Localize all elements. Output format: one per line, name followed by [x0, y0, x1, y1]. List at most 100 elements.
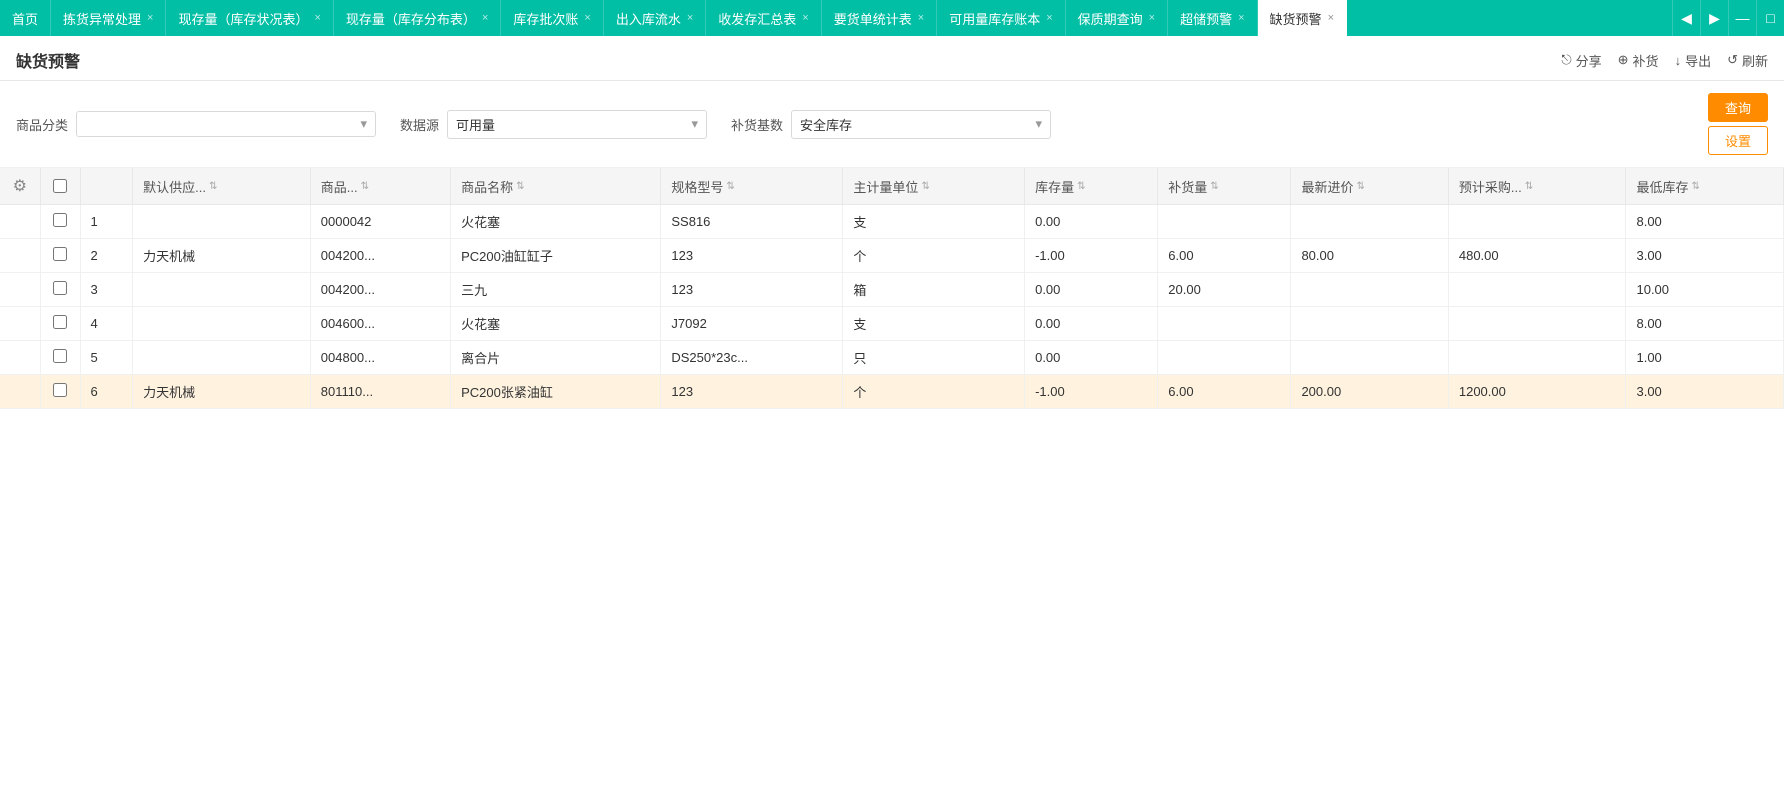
tab-batch-account-label: 库存批次账: [513, 9, 578, 28]
td-settings: [0, 205, 40, 239]
tab-overstock-close[interactable]: ×: [1238, 12, 1244, 24]
th-product-name[interactable]: 商品名称 ⇅: [451, 168, 661, 205]
row-checkbox[interactable]: [53, 349, 67, 363]
sort-name-icon: ⇅: [516, 181, 524, 192]
th-default-supplier[interactable]: 默认供应... ⇅: [133, 168, 311, 205]
tab-next-button[interactable]: ▶: [1700, 0, 1728, 36]
td-stock: 0.00: [1025, 205, 1158, 239]
th-latest-price[interactable]: 最新进价 ⇅: [1291, 168, 1448, 205]
td-estimated-purchase: [1448, 307, 1626, 341]
tab-maximize-button[interactable]: □: [1756, 0, 1784, 36]
tab-shortage[interactable]: 缺货预警 ×: [1258, 0, 1347, 36]
export-icon: ↓: [1675, 53, 1682, 68]
export-button[interactable]: ↓ 导出: [1675, 51, 1712, 70]
td-product-code: 004200...: [310, 273, 450, 307]
td-checkbox[interactable]: [40, 375, 80, 409]
th-settings[interactable]: ⚙: [0, 168, 40, 205]
td-product-name: 火花塞: [451, 205, 661, 239]
tab-inout-flow-close[interactable]: ×: [687, 12, 693, 24]
td-replenish-qty: 20.00: [1158, 273, 1291, 307]
tab-expiry-query-close[interactable]: ×: [1149, 12, 1155, 24]
row-checkbox[interactable]: [53, 315, 67, 329]
table-row: 10000042火花塞SS816支0.008.00: [0, 205, 1784, 239]
tab-inout-flow[interactable]: 出入库流水 ×: [604, 0, 706, 36]
tab-batch-account-close[interactable]: ×: [584, 12, 590, 24]
tab-inventory-dist[interactable]: 现存量（库存分布表） ×: [334, 0, 501, 36]
tab-shortage-label: 缺货预警: [1270, 9, 1322, 28]
tab-abnormal-close[interactable]: ×: [147, 12, 153, 24]
row-checkbox[interactable]: [53, 247, 67, 261]
th-spec[interactable]: 规格型号 ⇅: [661, 168, 843, 205]
table-row: 5004800...离合片DS250*23c...只0.001.00: [0, 341, 1784, 375]
td-row-num: 1: [80, 205, 133, 239]
tab-batch-account[interactable]: 库存批次账 ×: [501, 0, 603, 36]
tab-minimize-button[interactable]: —: [1728, 0, 1756, 36]
sort-code-icon: ⇅: [361, 181, 369, 192]
td-spec: 123: [661, 239, 843, 273]
td-checkbox[interactable]: [40, 239, 80, 273]
tab-available-ledger-label: 可用量库存账本: [949, 9, 1040, 28]
settings-button[interactable]: 设置: [1708, 126, 1768, 155]
tab-receive-summary[interactable]: 收发存汇总表 ×: [706, 0, 821, 36]
th-estimated-purchase[interactable]: 预计采购... ⇅: [1448, 168, 1626, 205]
replenish-base-select[interactable]: 安全库存 ▾: [791, 110, 1051, 139]
th-min-stock[interactable]: 最低库存 ⇅: [1626, 168, 1784, 205]
th-product-code[interactable]: 商品... ⇅: [310, 168, 450, 205]
td-spec: 123: [661, 273, 843, 307]
td-replenish-qty: 6.00: [1158, 239, 1291, 273]
replenish-base-select-arrow: ▾: [1036, 116, 1043, 132]
td-spec: J7092: [661, 307, 843, 341]
tab-abnormal[interactable]: 拣货异常处理 ×: [51, 0, 166, 36]
category-select[interactable]: ▾: [76, 111, 376, 137]
tab-order-stats-close[interactable]: ×: [918, 12, 924, 24]
td-unit: 支: [843, 205, 1025, 239]
tab-inventory-dist-close[interactable]: ×: [482, 12, 488, 24]
table-row: 2力天机械004200...PC200油缸缸子123个-1.006.0080.0…: [0, 239, 1784, 273]
td-product-code: 004600...: [310, 307, 450, 341]
td-replenish-qty: [1158, 205, 1291, 239]
tab-expiry-query[interactable]: 保质期查询 ×: [1066, 0, 1168, 36]
td-checkbox[interactable]: [40, 273, 80, 307]
datasource-select[interactable]: 可用量 ▾: [447, 110, 707, 139]
th-stock[interactable]: 库存量 ⇅: [1025, 168, 1158, 205]
select-all-checkbox[interactable]: [53, 179, 67, 193]
replenish-icon: ⊕: [1618, 52, 1629, 68]
th-replenish-qty[interactable]: 补货量 ⇅: [1158, 168, 1291, 205]
td-checkbox[interactable]: [40, 307, 80, 341]
td-settings: [0, 273, 40, 307]
tab-prev-button[interactable]: ◀: [1672, 0, 1700, 36]
td-estimated-purchase: [1448, 273, 1626, 307]
td-checkbox[interactable]: [40, 205, 80, 239]
share-button[interactable]: ⎋ 分享: [1561, 51, 1601, 70]
th-unit[interactable]: 主计量单位 ⇅: [843, 168, 1025, 205]
replenish-base-value: 安全库存: [800, 115, 852, 134]
query-button[interactable]: 查询: [1708, 93, 1768, 122]
tab-home[interactable]: 首页: [0, 0, 51, 36]
sort-unit-icon: ⇅: [921, 181, 929, 192]
tab-inventory-status-close[interactable]: ×: [314, 12, 320, 24]
row-checkbox[interactable]: [53, 281, 67, 295]
tab-available-ledger[interactable]: 可用量库存账本 ×: [937, 0, 1065, 36]
tab-available-ledger-close[interactable]: ×: [1046, 12, 1052, 24]
data-table: ⚙ 默认供应... ⇅: [0, 168, 1784, 409]
td-checkbox[interactable]: [40, 341, 80, 375]
td-latest-price: 80.00: [1291, 239, 1448, 273]
td-row-num: 2: [80, 239, 133, 273]
td-spec: SS816: [661, 205, 843, 239]
tab-receive-summary-close[interactable]: ×: [802, 12, 808, 24]
export-label: 导出: [1685, 51, 1711, 70]
td-product-code: 801110...: [310, 375, 450, 409]
replenish-button[interactable]: ⊕ 补货: [1618, 51, 1659, 70]
row-checkbox[interactable]: [53, 383, 67, 397]
tab-overstock[interactable]: 超储预警 ×: [1168, 0, 1257, 36]
gear-icon[interactable]: ⚙: [13, 176, 27, 196]
tab-shortage-close[interactable]: ×: [1328, 12, 1334, 24]
page-title: 缺货预警: [16, 48, 80, 72]
tab-order-stats[interactable]: 要货单统计表 ×: [822, 0, 937, 36]
refresh-button[interactable]: ↺ 刷新: [1727, 51, 1768, 70]
row-checkbox[interactable]: [53, 213, 67, 227]
td-product-name: 火花塞: [451, 307, 661, 341]
tab-inventory-status[interactable]: 现存量（库存状况表） ×: [166, 0, 333, 36]
td-unit: 只: [843, 341, 1025, 375]
main-content: 缺货预警 ⎋ 分享 ⊕ 补货 ↓ 导出 ↺ 刷新 商品分类: [0, 36, 1784, 796]
